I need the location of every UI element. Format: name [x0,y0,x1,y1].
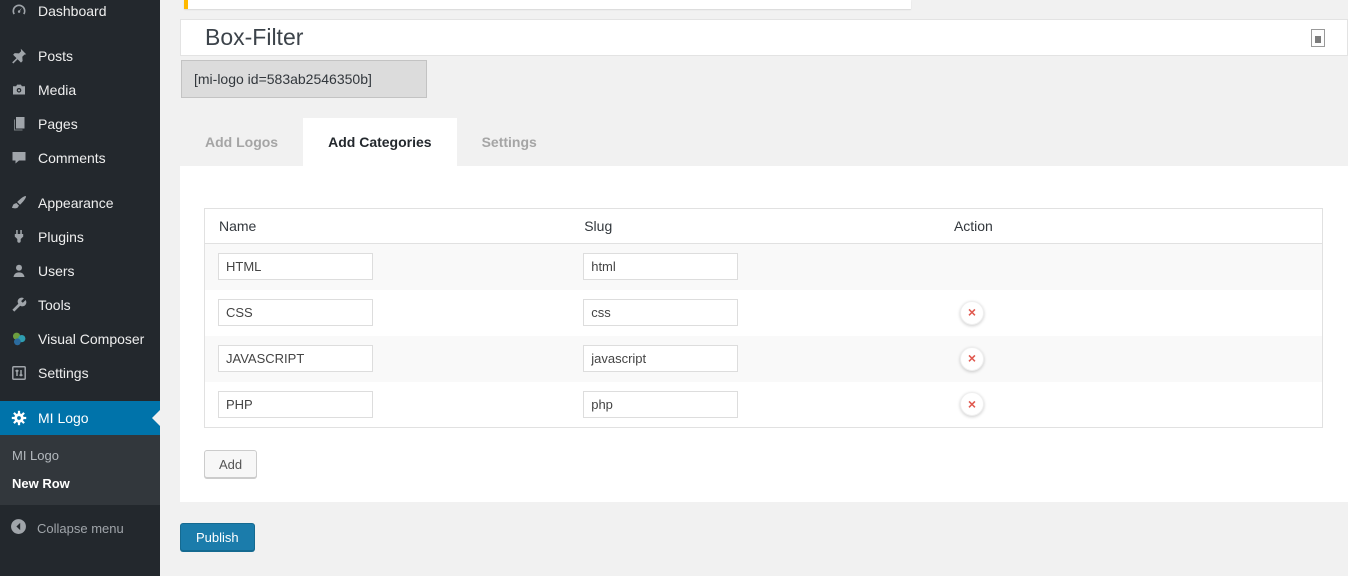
x-icon: × [968,304,976,320]
sidebar-item-media[interactable]: Media [0,73,160,107]
category-name-input[interactable] [218,253,373,280]
submenu-item-mi-logo[interactable]: MI Logo [0,442,160,470]
sliders-icon [10,364,28,382]
menu-separator [0,175,160,186]
sidebar-item-label: Media [38,82,76,98]
categories-table: Name Slug Action × [204,208,1323,428]
wrench-icon [10,296,28,314]
table-row: × [205,382,1323,428]
sidebar-item-label: Users [38,263,75,279]
tab-add-logos[interactable]: Add Logos [180,118,303,166]
sidebar-item-users[interactable]: Users [0,254,160,288]
plug-icon [10,228,28,246]
sidebar-item-label: Dashboard [38,3,107,19]
category-slug-input[interactable] [583,299,738,326]
sidebar-item-visual-composer[interactable]: Visual Composer [0,322,160,356]
sidebar-item-tools[interactable]: Tools [0,288,160,322]
admin-sidebar: Dashboard Posts Media Pages Comments App… [0,0,160,576]
collapse-menu-button[interactable]: Collapse menu [0,511,160,545]
comment-icon [10,149,28,167]
submenu-item-new-row[interactable]: New Row [0,470,160,498]
tab-settings[interactable]: Settings [457,118,562,166]
add-category-button[interactable]: Add [204,450,257,478]
shortcode-field[interactable]: [mi-logo id=583ab2546350b] [181,60,427,98]
publish-button[interactable]: Publish [180,523,255,551]
sidebar-item-label: Posts [38,48,73,64]
category-name-input[interactable] [218,345,373,372]
brush-icon [10,194,28,212]
collapse-arrow-icon [10,518,27,538]
sidebar-item-label: MI Logo [38,410,89,426]
tab-bar: Add Logos Add Categories Settings [180,118,562,166]
dashboard-icon [10,2,28,20]
table-header-row: Name Slug Action [205,209,1323,244]
x-icon: × [968,396,976,412]
table-row: × [205,336,1323,382]
document-icon[interactable] [1311,29,1325,47]
sidebar-item-settings[interactable]: Settings [0,356,160,390]
camera-icon [10,81,28,99]
sidebar-item-comments[interactable]: Comments [0,141,160,175]
category-name-input[interactable] [218,391,373,418]
title-bar [180,19,1348,56]
categories-panel: Name Slug Action × [180,166,1348,502]
category-name-input[interactable] [218,299,373,326]
sidebar-item-plugins[interactable]: Plugins [0,220,160,254]
pages-icon [10,115,28,133]
delete-category-button[interactable]: × [960,301,984,325]
sidebar-item-label: Visual Composer [38,331,144,347]
sidebar-item-appearance[interactable]: Appearance [0,186,160,220]
column-header-name: Name [205,209,571,244]
sidebar-item-label: Comments [38,150,106,166]
sidebar-item-mi-logo[interactable]: MI Logo [0,401,160,435]
menu-separator [0,390,160,401]
pin-icon [10,47,28,65]
mi-logo-submenu: MI Logo New Row [0,435,160,505]
sidebar-item-label: Appearance [38,195,114,211]
x-icon: × [968,350,976,366]
category-slug-input[interactable] [583,253,738,280]
menu-separator [0,28,160,39]
sidebar-item-label: Tools [38,297,71,313]
category-slug-input[interactable] [583,391,738,418]
sidebar-item-label: Settings [38,365,89,381]
table-row [205,244,1323,290]
sidebar-item-pages[interactable]: Pages [0,107,160,141]
table-row: × [205,290,1323,336]
tab-add-categories[interactable]: Add Categories [303,118,456,166]
collapse-menu-label: Collapse menu [37,521,124,536]
title-input[interactable] [181,24,1311,51]
delete-category-button[interactable]: × [960,347,984,371]
admin-content: [mi-logo id=583ab2546350b] Add Logos Add… [160,0,1348,576]
sidebar-item-posts[interactable]: Posts [0,39,160,73]
admin-notice [184,0,911,9]
gear-icon [10,409,28,427]
sidebar-item-label: Plugins [38,229,84,245]
delete-category-button[interactable]: × [960,392,984,416]
sidebar-item-dashboard[interactable]: Dashboard [0,0,160,28]
visual-composer-icon [10,330,28,348]
column-header-action: Action [940,209,1323,244]
user-icon [10,262,28,280]
column-header-slug: Slug [570,209,940,244]
sidebar-item-label: Pages [38,116,78,132]
category-slug-input[interactable] [583,345,738,372]
